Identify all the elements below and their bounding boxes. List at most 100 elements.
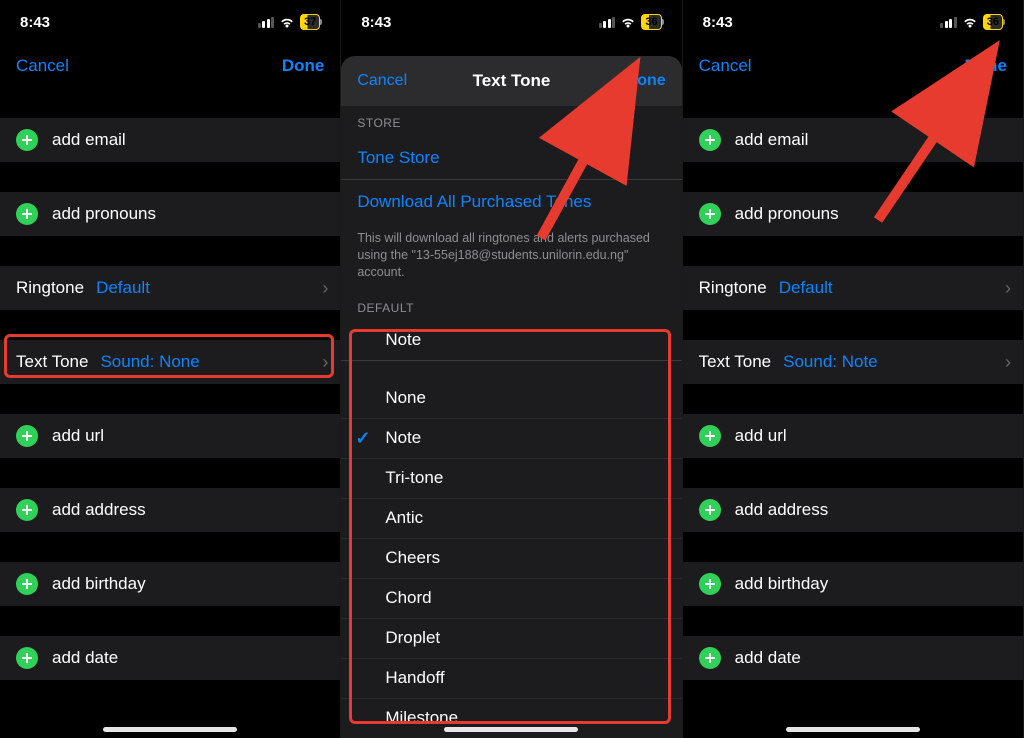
status-time: 8:43	[20, 14, 50, 31]
default-tone-row[interactable]: Note	[341, 321, 681, 361]
tone-option[interactable]: Handoff	[341, 659, 681, 699]
tone-option[interactable]: Droplet	[341, 619, 681, 659]
add-birthday-label: add birthday	[735, 574, 829, 594]
ringtone-label: Ringtone	[16, 278, 84, 298]
chevron-right-icon: ›	[322, 278, 328, 299]
add-birthday-label: add birthday	[52, 574, 146, 594]
add-email-row[interactable]: add email	[683, 118, 1023, 162]
plus-icon	[16, 573, 38, 595]
tone-option[interactable]: Antic	[341, 499, 681, 539]
add-url-row[interactable]: add url	[0, 414, 340, 458]
ringtone-row[interactable]: Ringtone Default ›	[683, 266, 1023, 310]
done-button[interactable]: Done	[626, 72, 666, 90]
text-tone-value: Sound: None	[100, 352, 199, 372]
add-birthday-row[interactable]: add birthday	[683, 562, 1023, 606]
tone-option[interactable]: Chord	[341, 579, 681, 619]
tone-option-label: Chord	[385, 588, 431, 608]
signal-icon	[599, 17, 616, 28]
tone-option[interactable]: None	[341, 379, 681, 419]
add-pronouns-label: add pronouns	[52, 204, 156, 224]
wifi-icon	[962, 16, 978, 28]
home-indicator	[103, 727, 237, 732]
tone-option-label: Cheers	[385, 548, 440, 568]
add-pronouns-row[interactable]: add pronouns	[0, 192, 340, 236]
status-icons: 37	[258, 14, 321, 30]
add-pronouns-label: add pronouns	[735, 204, 839, 224]
add-url-row[interactable]: add url	[683, 414, 1023, 458]
add-email-label: add email	[52, 130, 126, 150]
sheet-body[interactable]: STORE Tone Store Download All Purchased …	[341, 106, 681, 738]
add-date-row[interactable]: add date	[683, 636, 1023, 680]
tone-option-label: Tri-tone	[385, 468, 443, 488]
add-address-row[interactable]: add address	[0, 488, 340, 532]
phone-screen-3: 8:43 36 Cancel Done add email add pronou…	[683, 0, 1024, 738]
battery-icon: 36	[983, 14, 1003, 30]
cancel-button[interactable]: Cancel	[357, 72, 407, 90]
cancel-button[interactable]: Cancel	[16, 56, 69, 76]
text-tone-sheet: Cancel Text Tone Done STORE Tone Store D…	[341, 56, 681, 738]
status-bar: 8:43 37	[0, 0, 340, 44]
tone-store-link[interactable]: Tone Store	[341, 136, 681, 180]
status-bar: 8:43 36	[341, 0, 681, 44]
tone-option[interactable]: Milestone	[341, 699, 681, 738]
plus-icon	[699, 647, 721, 669]
tone-option-label: Note	[385, 428, 421, 448]
tone-option[interactable]: ✓ Note	[341, 419, 681, 459]
home-indicator	[444, 727, 578, 732]
phone-screen-1: 8:43 37 Cancel Done add email add pronou…	[0, 0, 341, 738]
text-tone-row[interactable]: Text Tone Sound: Note ›	[683, 340, 1023, 384]
tone-option-label: Antic	[385, 508, 423, 528]
status-bar: 8:43 36	[683, 0, 1023, 44]
tone-option-label: Milestone	[385, 708, 458, 728]
ringtone-value: Default	[96, 278, 150, 298]
add-pronouns-row[interactable]: add pronouns	[683, 192, 1023, 236]
add-birthday-row[interactable]: add birthday	[0, 562, 340, 606]
home-indicator	[786, 727, 920, 732]
tone-option-label: None	[385, 388, 426, 408]
text-tone-value: Sound: Note	[783, 352, 878, 372]
text-tone-row[interactable]: Text Tone Sound: None ›	[0, 340, 340, 384]
tone-option-label: Droplet	[385, 628, 440, 648]
sheet-navbar: Cancel Text Tone Done	[341, 56, 681, 106]
checkmark-icon: ✓	[355, 428, 370, 449]
add-date-row[interactable]: add date	[0, 636, 340, 680]
phone-screen-2: 8:43 36 Cancel Text Tone Done STORE Tone…	[341, 0, 682, 738]
plus-icon	[699, 573, 721, 595]
ringtone-row[interactable]: Ringtone Default ›	[0, 266, 340, 310]
add-url-label: add url	[52, 426, 104, 446]
status-icons: 36	[599, 14, 662, 30]
edit-contact-navbar: Cancel Done	[683, 44, 1023, 88]
add-email-label: add email	[735, 130, 809, 150]
add-email-row[interactable]: add email	[0, 118, 340, 162]
text-tone-label: Text Tone	[699, 352, 771, 372]
status-time: 8:43	[361, 14, 391, 31]
chevron-right-icon: ›	[322, 352, 328, 373]
plus-icon	[16, 499, 38, 521]
plus-icon	[699, 425, 721, 447]
wifi-icon	[620, 16, 636, 28]
store-section-header: STORE	[341, 106, 681, 136]
ringtone-value: Default	[779, 278, 833, 298]
signal-icon	[940, 17, 957, 28]
plus-icon	[699, 203, 721, 225]
cancel-button[interactable]: Cancel	[699, 56, 752, 76]
status-time: 8:43	[703, 14, 733, 31]
tone-option[interactable]: Tri-tone	[341, 459, 681, 499]
wifi-icon	[279, 16, 295, 28]
done-button[interactable]: Done	[282, 56, 325, 76]
add-address-row[interactable]: add address	[683, 488, 1023, 532]
plus-icon	[16, 129, 38, 151]
chevron-right-icon: ›	[1005, 352, 1011, 373]
plus-icon	[699, 129, 721, 151]
default-section-header: DEFAULT	[341, 291, 681, 321]
download-all-link[interactable]: Download All Purchased Tones	[341, 180, 681, 224]
text-tone-label: Text Tone	[16, 352, 88, 372]
tone-option[interactable]: Cheers	[341, 539, 681, 579]
tone-list: None ✓ Note Tri-tone Antic Cheers Chord Droplet…	[341, 379, 681, 738]
plus-icon	[16, 647, 38, 669]
battery-icon: 37	[300, 14, 320, 30]
plus-icon	[16, 425, 38, 447]
done-button[interactable]: Done	[964, 56, 1007, 76]
ringtone-label: Ringtone	[699, 278, 767, 298]
status-icons: 36	[940, 14, 1003, 30]
